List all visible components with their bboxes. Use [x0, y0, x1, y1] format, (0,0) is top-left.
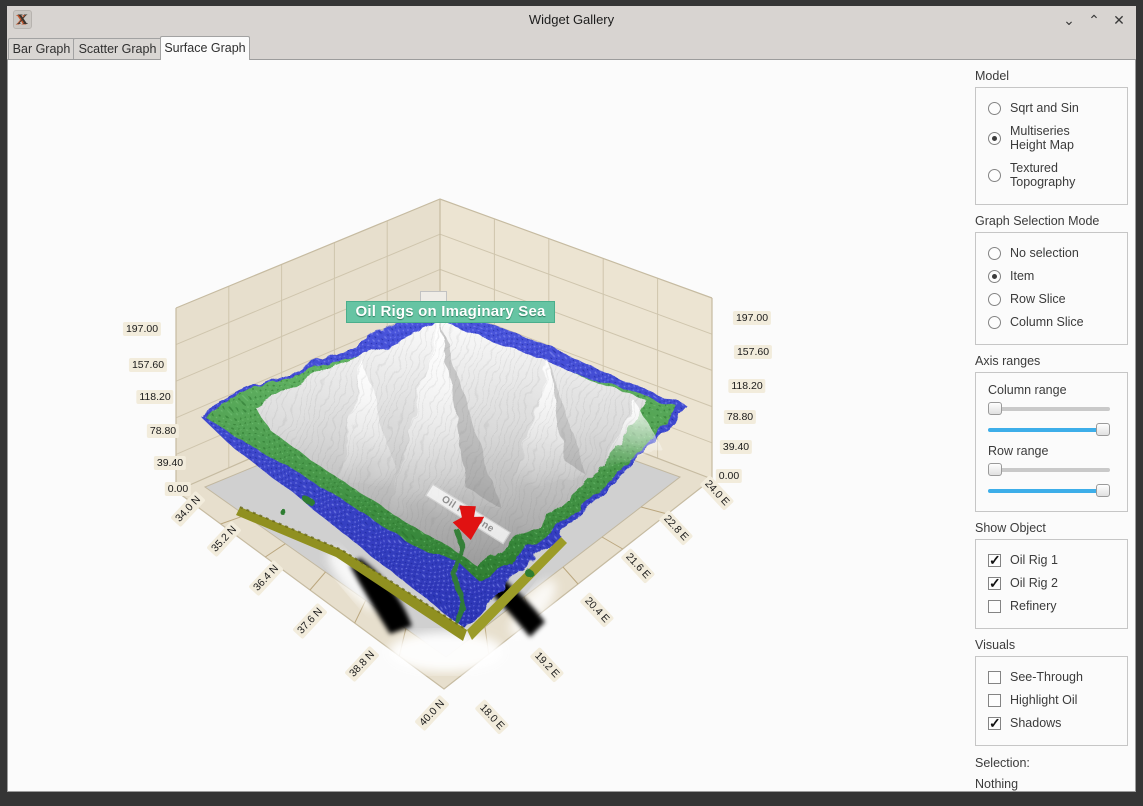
- app-window: Widget Gallery X ⌄ ⌃ ✕ Bar Graph Scatter…: [7, 6, 1136, 792]
- slider-track[interactable]: [988, 407, 1110, 411]
- selection-mode-group: No selection Item Row Slice Column Slice: [975, 232, 1128, 345]
- checkbox-see-through[interactable]: See-Through: [988, 670, 1123, 684]
- window-title: Widget Gallery: [7, 6, 1136, 34]
- selection-mode-section-title: Graph Selection Mode: [975, 214, 1136, 228]
- checkbox-icon: [988, 717, 1001, 730]
- title-bar: Widget Gallery X ⌄ ⌃ ✕: [7, 6, 1136, 34]
- checkbox-oil-rig-2[interactable]: Oil Rig 2: [988, 576, 1123, 590]
- graph-title-banner: Oil Rigs on Imaginary Sea: [346, 301, 555, 323]
- radio-textured-topography[interactable]: Textured Topography: [988, 161, 1123, 189]
- radio-column-slice[interactable]: Column Slice: [988, 315, 1123, 329]
- radio-icon: [988, 247, 1001, 260]
- checkbox-oil-rig-1[interactable]: Oil Rig 1: [988, 553, 1123, 567]
- slider-track[interactable]: [988, 468, 1110, 472]
- checkbox-icon: [988, 671, 1001, 684]
- y-tick-left: 197.00: [123, 322, 161, 336]
- radio-icon: [988, 293, 1001, 306]
- tab-bar-graph[interactable]: Bar Graph: [8, 38, 75, 59]
- column-range-label: Column range: [988, 383, 1123, 397]
- close-button[interactable]: ✕: [1112, 13, 1126, 27]
- y-tick-right: 39.40: [720, 440, 752, 454]
- column-range-min-slider[interactable]: [988, 402, 1110, 416]
- radio-sqrt-and-sin[interactable]: Sqrt and Sin: [988, 101, 1123, 115]
- show-object-section-title: Show Object: [975, 521, 1136, 535]
- tab-bar: Bar Graph Scatter Graph Surface Graph: [7, 34, 1136, 60]
- tab-surface-graph[interactable]: Surface Graph: [160, 36, 250, 60]
- y-tick-left: 0.00: [165, 482, 191, 496]
- y-tick-left: 39.40: [154, 456, 186, 470]
- checkbox-icon: [988, 554, 1001, 567]
- radio-icon: [988, 169, 1001, 182]
- selection-value: Nothing: [975, 777, 1136, 791]
- radio-icon: [988, 132, 1001, 145]
- slider-handle[interactable]: [1096, 423, 1110, 436]
- radio-icon: [988, 102, 1001, 115]
- radio-row-slice[interactable]: Row Slice: [988, 292, 1123, 306]
- radio-icon: [988, 316, 1001, 329]
- radio-no-selection[interactable]: No selection: [988, 246, 1123, 260]
- axis-ranges-group: Column range Row range: [975, 372, 1128, 512]
- radio-item[interactable]: Item: [988, 269, 1123, 283]
- slider-track[interactable]: [988, 428, 1110, 432]
- tab-scatter-graph[interactable]: Scatter Graph: [73, 38, 162, 59]
- radio-multiseries-height-map[interactable]: Multiseries Height Map: [988, 124, 1123, 152]
- y-tick-right: 0.00: [716, 469, 742, 483]
- row-range-min-slider[interactable]: [988, 463, 1110, 477]
- minimize-button[interactable]: ⌄: [1062, 13, 1076, 27]
- y-tick-left: 118.20: [136, 390, 173, 404]
- y-tick-right: 157.60: [734, 345, 772, 359]
- slider-handle[interactable]: [988, 402, 1002, 415]
- checkbox-icon: [988, 694, 1001, 707]
- row-range-label: Row range: [988, 444, 1123, 458]
- row-range-max-slider[interactable]: [988, 484, 1110, 498]
- y-tick-left: 78.80: [147, 424, 179, 438]
- slider-handle[interactable]: [988, 463, 1002, 476]
- show-object-group: Oil Rig 1 Oil Rig 2 Refinery: [975, 539, 1128, 629]
- y-tick-left: 157.60: [129, 358, 167, 372]
- selection-label: Selection:: [975, 756, 1136, 770]
- surface-graph-canvas[interactable]: 197.00 157.60 118.20 78.80 39.40 0.00 19…: [8, 60, 960, 791]
- visuals-group: See-Through Highlight Oil Shadows: [975, 656, 1128, 746]
- app-icon: X: [13, 10, 32, 29]
- maximize-button[interactable]: ⌃: [1087, 13, 1101, 27]
- model-section-title: Model: [975, 69, 1136, 83]
- checkbox-shadows[interactable]: Shadows: [988, 716, 1123, 730]
- oil-rig-marker-arrow[interactable]: [445, 502, 495, 544]
- column-range-max-slider[interactable]: [988, 423, 1110, 437]
- checkbox-icon: [988, 600, 1001, 613]
- control-sidebar: Model Sqrt and Sin Multiseries Height Ma…: [966, 60, 1136, 791]
- slider-handle[interactable]: [1096, 484, 1110, 497]
- y-tick-right: 78.80: [724, 410, 756, 424]
- checkbox-highlight-oil[interactable]: Highlight Oil: [988, 693, 1123, 707]
- model-group: Sqrt and Sin Multiseries Height Map Text…: [975, 87, 1128, 205]
- y-tick-right: 118.20: [728, 379, 765, 393]
- visuals-section-title: Visuals: [975, 638, 1136, 652]
- radio-icon: [988, 270, 1001, 283]
- checkbox-refinery[interactable]: Refinery: [988, 599, 1123, 613]
- tab-pane: 197.00 157.60 118.20 78.80 39.40 0.00 19…: [7, 59, 1136, 792]
- slider-track[interactable]: [988, 489, 1110, 493]
- axis-ranges-section-title: Axis ranges: [975, 354, 1136, 368]
- checkbox-icon: [988, 577, 1001, 590]
- y-tick-right: 197.00: [733, 311, 771, 325]
